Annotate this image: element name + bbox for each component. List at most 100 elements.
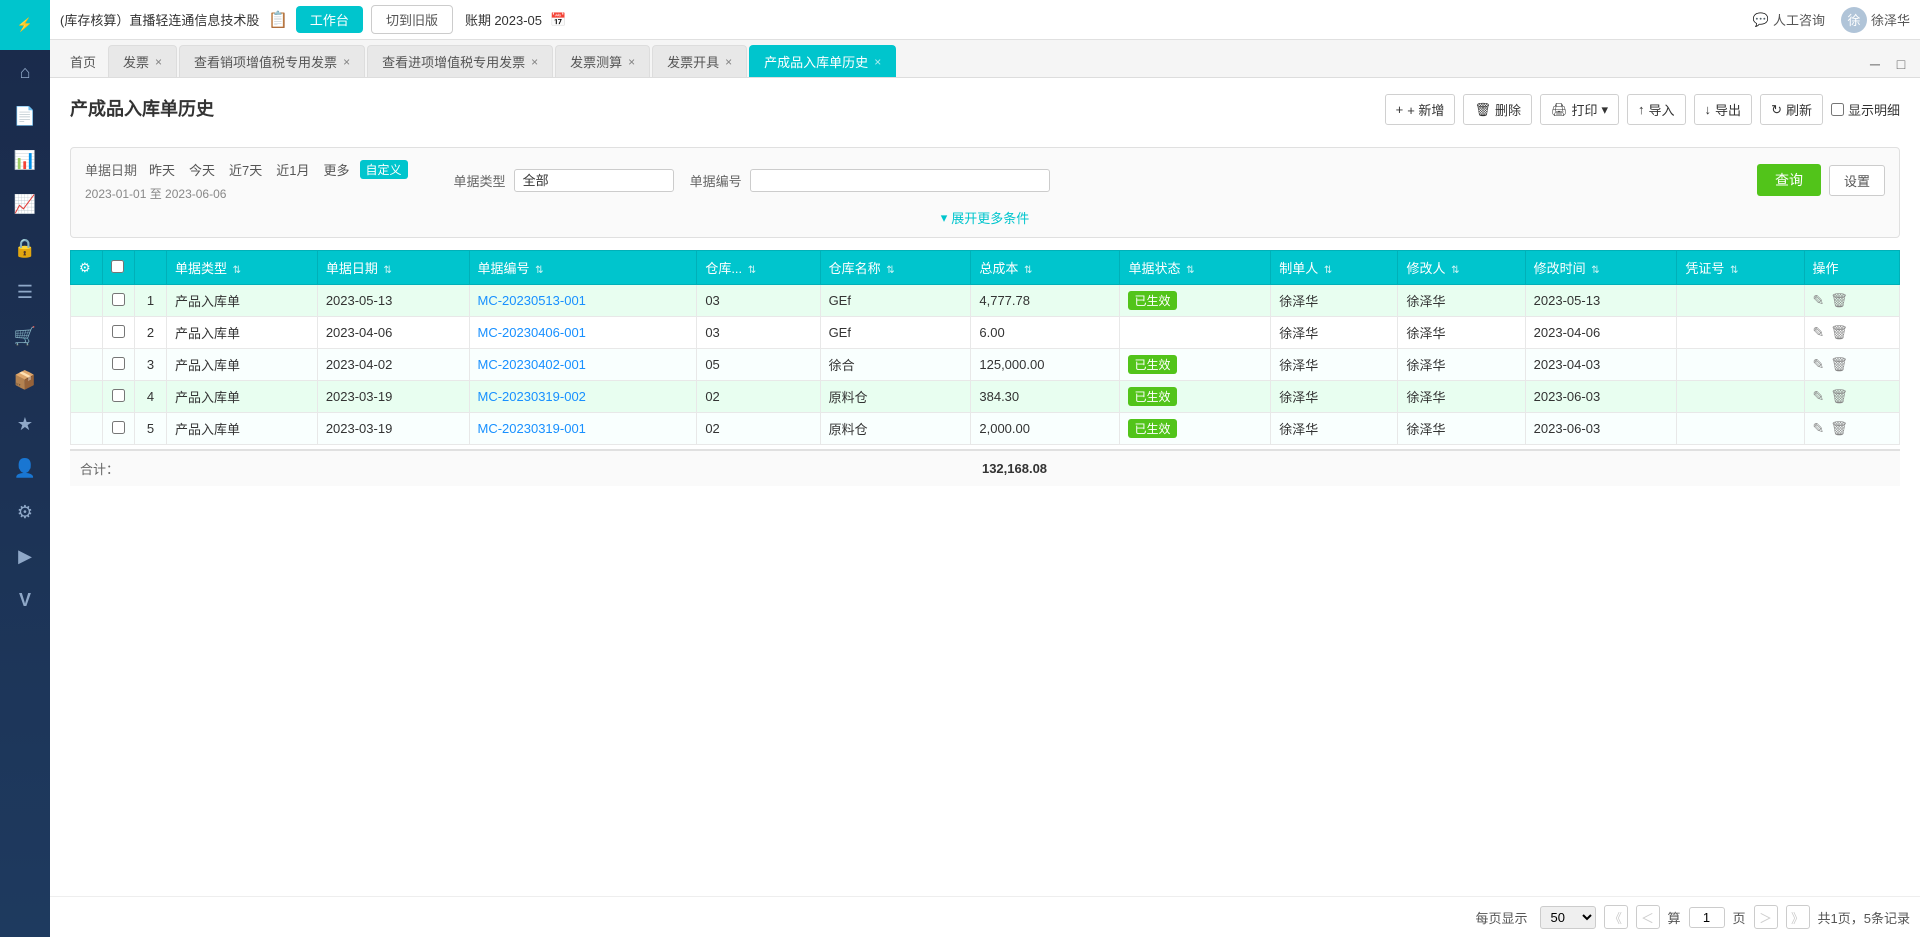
first-page-button[interactable]: 《 (1604, 905, 1628, 929)
row-doc-number: MC-20230406-001 (469, 317, 697, 349)
shortcut-1month[interactable]: 近1月 (272, 158, 313, 181)
table-row: 3 产品入库单 2023-04-02 MC-20230402-001 05 徐合… (71, 349, 1900, 381)
row-edit-icon[interactable]: ✎ (1813, 356, 1825, 373)
filter-settings-button[interactable]: 设置 (1829, 165, 1885, 196)
query-button[interactable]: 查询 (1757, 164, 1821, 196)
sidebar-item-v[interactable]: V (0, 578, 50, 622)
sidebar-item-report[interactable]: 📊 (0, 138, 50, 182)
tab-check-sales-vat[interactable]: 查看销项增值税专用发票 × (179, 45, 365, 77)
tab-product-instock-history-close[interactable]: × (874, 55, 881, 69)
shortcut-more[interactable]: 更多 (320, 158, 354, 181)
workbench-button[interactable]: 工作台 (296, 6, 363, 33)
th-total-cost[interactable]: 总成本 ⇅ (971, 251, 1120, 285)
delete-button[interactable]: 🗑 删除 (1463, 94, 1532, 125)
row-checkbox[interactable] (112, 357, 125, 370)
row-delete-icon[interactable]: 🗑 (1830, 356, 1848, 373)
number-filter-input[interactable] (750, 169, 1050, 192)
sidebar-item-person[interactable]: 👤 (0, 446, 50, 490)
tab-check-sales-vat-close[interactable]: × (343, 55, 350, 69)
import-button[interactable]: ↑ 导入 (1627, 94, 1686, 125)
row-type: 产品入库单 (167, 413, 318, 445)
row-delete-icon[interactable]: 🗑 (1830, 388, 1848, 405)
refresh-button[interactable]: ↻ 刷新 (1760, 94, 1823, 125)
tab-invoice-open[interactable]: 发票开具 × (652, 45, 747, 77)
table-row: 1 产品入库单 2023-05-13 MC-20230513-001 03 GE… (71, 285, 1900, 317)
tab-invoice-calc[interactable]: 发票测算 × (555, 45, 650, 77)
prev-page-button[interactable]: ＜ (1636, 905, 1660, 929)
show-detail-checkbox-label[interactable]: 显示明细 (1831, 100, 1900, 119)
row-date: 2023-05-13 (317, 285, 469, 317)
doc-number-link[interactable]: MC-20230319-002 (478, 389, 586, 404)
shortcut-7days[interactable]: 近7天 (225, 158, 266, 181)
tab-invoice-close[interactable]: × (155, 55, 162, 69)
row-delete-icon[interactable]: 🗑 (1830, 292, 1848, 309)
user-menu[interactable]: 徐 徐泽华 (1841, 7, 1910, 33)
minimize-button[interactable]: ─ (1866, 55, 1884, 73)
sidebar-item-star[interactable]: ★ (0, 402, 50, 446)
print-button[interactable]: 🖨 打印 ▾ (1540, 94, 1619, 125)
doc-number-link[interactable]: MC-20230406-001 (478, 325, 586, 340)
doc-number-link[interactable]: MC-20230319-001 (478, 421, 586, 436)
shortcut-yesterday[interactable]: 昨天 (145, 158, 179, 181)
th-type[interactable]: 单据类型 ⇅ (167, 251, 318, 285)
per-page-select[interactable]: 50 100 200 (1540, 906, 1596, 929)
table-row: 5 产品入库单 2023-03-19 MC-20230319-001 02 原料… (71, 413, 1900, 445)
th-creator[interactable]: 制单人 ⇅ (1271, 251, 1398, 285)
th-date[interactable]: 单据日期 ⇅ (317, 251, 469, 285)
row-edit-icon[interactable]: ✎ (1813, 292, 1825, 309)
help-button[interactable]: 💬 人工咨询 (1753, 10, 1825, 29)
tab-invoice[interactable]: 发票 × (108, 45, 177, 77)
th-warehouse-code[interactable]: 仓库... ⇅ (697, 251, 820, 285)
type-filter-select[interactable]: 全部 产品入库单 (514, 169, 674, 192)
tab-invoice-open-close[interactable]: × (725, 55, 732, 69)
row-edit-icon[interactable]: ✎ (1813, 324, 1825, 341)
switch-version-button[interactable]: 切到旧版 (371, 5, 453, 34)
doc-number-link[interactable]: MC-20230513-001 (478, 293, 586, 308)
tab-check-purchase-vat[interactable]: 查看进项增值税专用发票 × (367, 45, 553, 77)
sidebar-item-play[interactable]: ▶ (0, 534, 50, 578)
sidebar-item-home[interactable]: ⌂ (0, 50, 50, 94)
row-checkbox[interactable] (112, 421, 125, 434)
sidebar-item-lock[interactable]: 🔒 (0, 226, 50, 270)
row-checkbox[interactable] (112, 325, 125, 338)
sidebar-item-settings[interactable]: ⚙ (0, 490, 50, 534)
row-edit-icon[interactable]: ✎ (1813, 420, 1825, 437)
sidebar-item-invoice[interactable]: 📄 (0, 94, 50, 138)
next-page-button[interactable]: ＞ (1754, 905, 1778, 929)
th-status[interactable]: 单据状态 ⇅ (1120, 251, 1271, 285)
shortcut-today[interactable]: 今天 (185, 158, 219, 181)
export-icon: ↓ (1705, 102, 1712, 117)
calendar-icon[interactable]: 📅 (550, 12, 566, 28)
show-detail-checkbox[interactable] (1831, 103, 1844, 116)
total-info: 共1页，5条记录 (1818, 908, 1910, 927)
content-area: 产成品入库单历史 + + 新增 🗑 删除 🖨 打印 ▾ ↑ 导入 (50, 78, 1920, 896)
row-checkbox[interactable] (112, 293, 125, 306)
row-delete-icon[interactable]: 🗑 (1830, 324, 1848, 341)
sidebar-item-shop[interactable]: 🛒 (0, 314, 50, 358)
th-voucher[interactable]: 凭证号 ⇅ (1677, 251, 1804, 285)
row-delete-icon[interactable]: 🗑 (1830, 420, 1848, 437)
sidebar-item-chart[interactable]: 📈 (0, 182, 50, 226)
th-modify-time[interactable]: 修改时间 ⇅ (1525, 251, 1677, 285)
th-modifier[interactable]: 修改人 ⇅ (1398, 251, 1525, 285)
last-page-button[interactable]: 》 (1786, 905, 1810, 929)
export-button[interactable]: ↓ 导出 (1694, 94, 1753, 125)
row-edit-icon[interactable]: ✎ (1813, 388, 1825, 405)
custom-date-tag[interactable]: 自定义 (360, 160, 408, 179)
maximize-button[interactable]: □ (1892, 55, 1910, 73)
th-number[interactable]: 单据编号 ⇅ (469, 251, 697, 285)
sidebar-item-list[interactable]: ☰ (0, 270, 50, 314)
tab-invoice-calc-close[interactable]: × (628, 55, 635, 69)
row-checkbox[interactable] (112, 389, 125, 402)
tab-check-purchase-vat-close[interactable]: × (531, 55, 538, 69)
tab-home[interactable]: 首页 (60, 46, 106, 77)
page-number-input[interactable] (1689, 907, 1725, 928)
th-warehouse-name[interactable]: 仓库名称 ⇅ (820, 251, 971, 285)
select-all-checkbox[interactable] (111, 260, 124, 273)
sidebar-item-box[interactable]: 📦 (0, 358, 50, 402)
doc-number-link[interactable]: MC-20230402-001 (478, 357, 586, 372)
new-button[interactable]: + + 新增 (1385, 94, 1456, 125)
th-settings[interactable]: ⚙ (71, 251, 103, 285)
expand-more-btn[interactable]: ▾ 展开更多条件 (85, 208, 1885, 227)
tab-product-instock-history[interactable]: 产成品入库单历史 × (749, 45, 896, 77)
